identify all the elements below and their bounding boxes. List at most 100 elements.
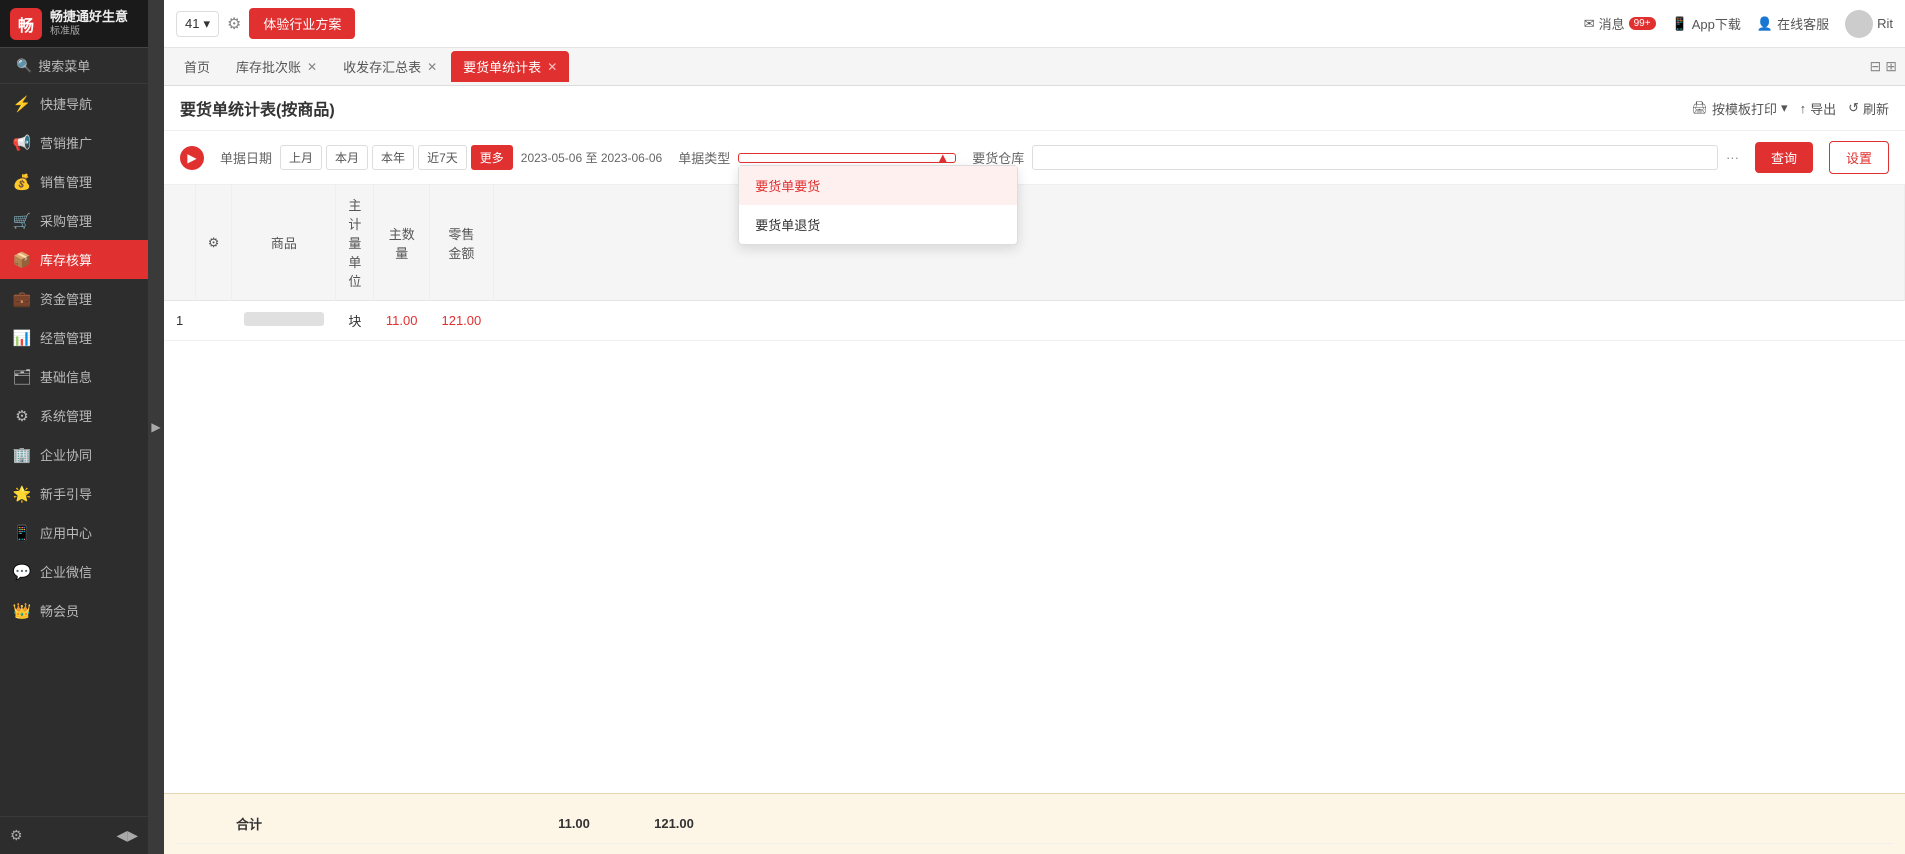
message-icon: ✉	[1584, 16, 1595, 32]
topbar-right: ✉ 消息 99+ 📱 App下载 👤 在线客服 Rit	[1584, 10, 1893, 38]
sidebar-search[interactable]: 🔍 搜索菜单	[0, 48, 148, 84]
sidebar-item-sales[interactable]: 💰 销售管理	[0, 162, 148, 201]
operation-icon: 📊	[12, 329, 32, 347]
sidebar-item-wechat[interactable]: 💬 企业微信	[0, 552, 148, 591]
sidebar-item-system[interactable]: ⚙ 系统管理	[0, 396, 148, 435]
system-icon: ⚙	[12, 407, 32, 425]
filter-type-wrapper: ▲ 要货单要货 要货单退货	[738, 153, 956, 163]
filter-type-input[interactable]: ▲	[738, 153, 956, 163]
sidebar-item-enterprise[interactable]: 🏢 企业协同	[0, 435, 148, 474]
export-btn[interactable]: ↑ 导出	[1800, 99, 1837, 118]
user-avatar[interactable]: Rit	[1845, 10, 1893, 38]
enterprise-icon: 🏢	[12, 446, 32, 464]
finance-icon: 💼	[12, 290, 32, 308]
sidebar-item-appstore[interactable]: 📱 应用中心	[0, 513, 148, 552]
filter-date-last-month[interactable]: 上月	[280, 145, 322, 170]
page-header: 要货单统计表(按商品) 🖨 按模板打印 ▾ ↑ 导出 ↺ 刷新	[164, 86, 1905, 131]
sidebar-item-purchase[interactable]: 🛒 采购管理	[0, 201, 148, 240]
filter-date-group: 单据日期 上月 本月 本年 近7天 更多 2023-05-06 至 2023-0…	[220, 145, 662, 170]
cell-product	[232, 301, 336, 341]
tab-minimize-btn[interactable]: ⊟	[1870, 58, 1882, 75]
tab-close-recv-summary[interactable]: ✕	[427, 60, 437, 74]
filter-expand-btn[interactable]: ▶	[180, 146, 204, 170]
settings-btn[interactable]: 设置	[1829, 141, 1889, 174]
guide-icon: 🌟	[12, 485, 32, 503]
table-settings-icon[interactable]: ⚙	[208, 235, 220, 250]
sidebar-item-guide[interactable]: 🌟 新手引导	[0, 474, 148, 513]
col-index	[164, 185, 195, 301]
tab-close-inventory-batch[interactable]: ✕	[307, 60, 317, 74]
sidebar-item-member[interactable]: 👑 畅会员	[0, 591, 148, 630]
sidebar-item-finance[interactable]: 💼 资金管理	[0, 279, 148, 318]
tab-home[interactable]: 首页	[172, 51, 222, 82]
type-dropdown-arrow[interactable]: ▲	[936, 150, 949, 165]
tab-maximize-btn[interactable]: ⊞	[1885, 58, 1897, 75]
tab-close-order-summary[interactable]: ✕	[547, 60, 557, 74]
type-dropdown-menu: 要货单要货 要货单退货	[738, 165, 1018, 245]
page-actions: 🖨 按模板打印 ▾ ↑ 导出 ↺ 刷新	[1692, 99, 1890, 118]
tab-expand-area: ⊟ ⊞	[1870, 58, 1897, 75]
col-quantity: 主数量	[374, 185, 430, 301]
avatar-img	[1845, 10, 1873, 38]
company-selector[interactable]: 41 ▾	[176, 11, 219, 37]
sidebar-item-marketing[interactable]: 📢 营销推广	[0, 123, 148, 162]
settings-footer-btn[interactable]: ⚙	[10, 827, 23, 844]
messages-btn[interactable]: ✉ 消息 99+	[1584, 14, 1656, 33]
filter-bar: ▶ 单据日期 上月 本月 本年 近7天 更多 2023-05-06 至 2023…	[164, 131, 1905, 185]
footer-empty-settings	[200, 804, 224, 844]
table-row: 1 块 11.00 121.00	[164, 301, 1905, 341]
filter-date-this-month[interactable]: 本月	[326, 145, 368, 170]
app-download-btn[interactable]: 📱 App下载	[1672, 14, 1741, 33]
dropdown-item-order-purchase[interactable]: 要货单要货	[739, 166, 1017, 205]
sidebar-title: 畅捷通好生意 标准版	[50, 9, 128, 39]
industry-btn[interactable]: 体验行业方案	[249, 8, 355, 39]
cell-settings	[195, 301, 232, 341]
topbar-gear-icon[interactable]: ⚙	[227, 14, 241, 34]
filter-date-more[interactable]: 更多	[471, 145, 513, 170]
sidebar-item-quick-nav[interactable]: ⚡ 快捷导航	[0, 84, 148, 123]
filter-date-this-year[interactable]: 本年	[372, 145, 414, 170]
footer-label: 合计	[224, 804, 424, 844]
type-label: 单据类型	[678, 148, 730, 167]
col-unit: 主计量单位	[336, 185, 374, 301]
filter-date-btns: 上月 本月 本年 近7天 更多	[280, 145, 513, 170]
filter-date-7days[interactable]: 近7天	[418, 145, 467, 170]
warehouse-ellipsis-btn[interactable]: ···	[1726, 150, 1739, 165]
collapse-footer-btn[interactable]: ◀▶	[116, 827, 138, 844]
page-title: 要货单统计表(按商品)	[180, 96, 335, 120]
col-product: 商品	[232, 185, 336, 301]
inventory-icon: 📦	[12, 251, 32, 269]
base-icon: 🗂	[12, 368, 32, 386]
quick-nav-icon: ⚡	[12, 95, 32, 113]
tab-order-summary[interactable]: 要货单统计表 ✕	[451, 51, 569, 82]
print-template-btn[interactable]: 🖨 按模板打印 ▾	[1692, 99, 1788, 118]
sidebar-item-operation[interactable]: 📊 经营管理	[0, 318, 148, 357]
sidebar-item-base[interactable]: 🗂 基础信息	[0, 357, 148, 396]
table-header-row: ⚙ 商品 主计量单位 主数量 零售金额	[164, 185, 1905, 301]
query-btn[interactable]: 查询	[1755, 142, 1813, 173]
col-extra	[493, 185, 1904, 301]
quantity-link[interactable]: 11.00	[386, 313, 418, 328]
tab-recv-summary[interactable]: 收发存汇总表 ✕	[331, 51, 449, 82]
filter-type-group: 单据类型 ▲ 要货单要货 要货单退货	[678, 148, 956, 167]
dropdown-item-order-return[interactable]: 要货单退货	[739, 205, 1017, 244]
online-service-btn[interactable]: 👤 在线客服	[1757, 14, 1829, 33]
sidebar-scroll-arrow[interactable]: ▶	[148, 0, 164, 854]
date-label: 单据日期	[220, 148, 272, 167]
tab-inventory-batch[interactable]: 库存批次账 ✕	[224, 51, 329, 82]
phone-icon: 📱	[1672, 16, 1688, 32]
col-settings[interactable]: ⚙	[195, 185, 232, 301]
cell-extra	[493, 301, 1904, 341]
refresh-btn[interactable]: ↺ 刷新	[1848, 99, 1889, 118]
cell-quantity: 11.00	[374, 301, 430, 341]
export-icon: ↑	[1800, 101, 1807, 116]
sidebar: 畅 畅捷通好生意 标准版 🔍 搜索菜单 ⚡ 快捷导航 📢 营销推广 💰 销售管理…	[0, 0, 148, 854]
print-chevron-icon: ▾	[1781, 100, 1788, 116]
filter-warehouse-input[interactable]	[1032, 145, 1718, 170]
amount-link[interactable]: 121.00	[441, 313, 481, 328]
sidebar-footer: ⚙ ◀▶	[0, 816, 148, 854]
cell-index: 1	[164, 301, 195, 341]
footer-unit	[424, 804, 524, 844]
sidebar-item-inventory[interactable]: 📦 库存核算	[0, 240, 148, 279]
product-name-placeholder	[244, 312, 324, 326]
